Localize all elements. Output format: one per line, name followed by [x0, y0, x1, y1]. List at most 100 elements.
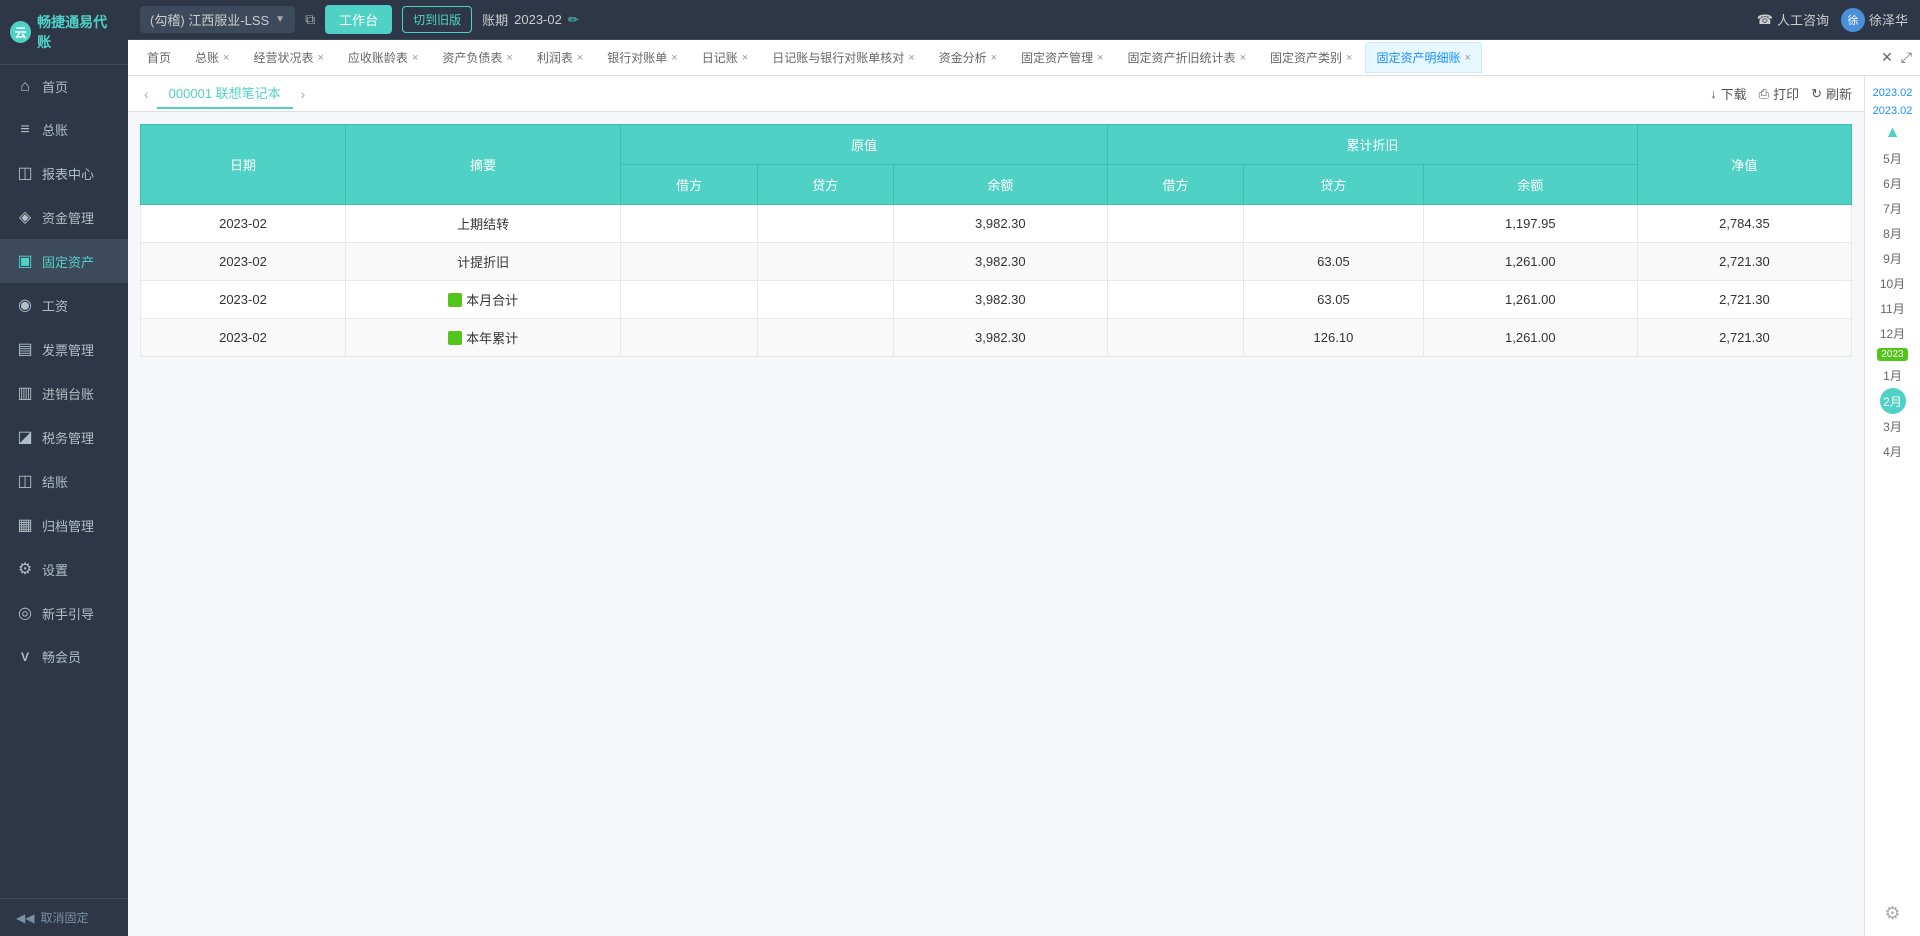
company-selector[interactable]: (勾稽) 江西服业-LSS ▼ [140, 6, 295, 33]
cell-orig-balance: 3,982.30 [893, 243, 1107, 281]
panel-date-top2[interactable]: 2023.02 [1865, 102, 1920, 120]
tab-close-icon[interactable]: × [1464, 52, 1470, 64]
tab-fund-analysis[interactable]: 资金分析 × [928, 42, 1008, 73]
sidebar-item-invoice[interactable]: ▤ 发票管理 [0, 327, 128, 371]
period-edit-icon[interactable]: ✏ [568, 12, 579, 28]
tab-close-icon[interactable]: × [1346, 52, 1352, 64]
sidebar-item-tax[interactable]: ◪ 税务管理 [0, 415, 128, 459]
month-5[interactable]: 5月 [1865, 146, 1920, 171]
download-button[interactable]: ↓ 下载 [1710, 84, 1747, 103]
month-12[interactable]: 12月 [1865, 321, 1920, 346]
inner-page: ‹ 000001 联想笔记本 › ↓ 下载 ⎙ 打印 [128, 76, 1864, 936]
tab-profit[interactable]: 利润表 × [526, 42, 594, 73]
month-3[interactable]: 3月 [1865, 414, 1920, 439]
refresh-button[interactable]: ↻ 刷新 [1811, 84, 1852, 103]
sidebar-item-label: 总账 [42, 120, 68, 139]
tab-close-icon[interactable]: × [223, 52, 229, 64]
month-10[interactable]: 10月 [1865, 271, 1920, 296]
archive-icon: ▦ [16, 515, 34, 535]
ledger-icon: ≡ [16, 121, 34, 139]
sidebar-item-ledger[interactable]: ≡ 总账 [0, 108, 128, 151]
tab-receivable[interactable]: 应收账龄表 × [337, 42, 429, 73]
month-9[interactable]: 9月 [1865, 246, 1920, 271]
tab-close-icon[interactable]: × [671, 52, 677, 64]
user-menu[interactable]: 徐 徐泽华 [1841, 8, 1908, 32]
print-button[interactable]: ⎙ 打印 [1759, 84, 1799, 103]
sidebar-item-member[interactable]: V 畅会员 [0, 635, 128, 678]
copy-icon[interactable]: ⧉ [305, 11, 315, 28]
tab-bar: 首页 总账 × 经营状况表 × 应收账龄表 × 资产负债表 × 利润表 × [128, 40, 1920, 76]
fixed-asset-detail-table: 日期 摘要 原值 累计折旧 净值 借方 贷方 余额 借方 [140, 124, 1852, 357]
sidebar-item-reports[interactable]: ◫ 报表中心 [0, 151, 128, 195]
workbench-button[interactable]: 工作台 [325, 5, 392, 34]
cell-accum-balance: 1,197.95 [1423, 205, 1637, 243]
sidebar-item-home[interactable]: ⌂ 首页 [0, 65, 128, 108]
sidebar-item-fund[interactable]: ◈ 资金管理 [0, 195, 128, 239]
month-7[interactable]: 7月 [1865, 196, 1920, 221]
th-accum-balance: 余额 [1423, 165, 1637, 205]
th-abstract: 摘要 [345, 125, 621, 205]
help-button[interactable]: ☎ 人工咨询 [1757, 10, 1829, 29]
tab-close-icon[interactable]: × [1097, 52, 1103, 64]
tab-fixed-cat[interactable]: 固定资产类别 × [1259, 42, 1363, 73]
subtab-next-icon[interactable]: › [297, 86, 310, 102]
sidebar-item-settings[interactable]: ⚙ 设置 [0, 547, 128, 591]
sidebar-item-payroll[interactable]: ◉ 工资 [0, 283, 128, 327]
sidebar-item-guide[interactable]: ◎ 新手引导 [0, 591, 128, 635]
tab-home[interactable]: 首页 [136, 42, 182, 73]
month-6[interactable]: 6月 [1865, 171, 1920, 196]
cell-accum-balance: 1,261.00 [1423, 243, 1637, 281]
tab-journal[interactable]: 日记账 × [691, 42, 759, 73]
subtab-label: 000001 联想笔记本 [169, 83, 281, 102]
month-1[interactable]: 1月 [1865, 363, 1920, 388]
tab-close-icon[interactable]: × [317, 52, 323, 64]
month-2-active[interactable]: 2月 [1880, 388, 1906, 414]
settings-icon: ⚙ [16, 559, 34, 579]
scroll-up-icon[interactable]: ▲ [1881, 120, 1905, 146]
switch-version-button[interactable]: 切到旧版 [402, 6, 472, 33]
user-name: 徐泽华 [1869, 10, 1908, 29]
cell-orig-credit [757, 243, 893, 281]
maximize-icon[interactable]: ⤢ [1901, 49, 1912, 66]
month-4[interactable]: 4月 [1865, 439, 1920, 464]
tab-balance[interactable]: 资产负债表 × [431, 42, 523, 73]
th-accum-group: 累计折旧 [1107, 125, 1637, 165]
tab-fixed-depr[interactable]: 固定资产折旧统计表 × [1117, 42, 1257, 73]
sidebar-item-close[interactable]: ◫ 结账 [0, 459, 128, 503]
th-net-value: 净值 [1637, 125, 1851, 205]
tax-icon: ◪ [16, 427, 34, 447]
sidebar-item-sales[interactable]: ▥ 进销台账 [0, 371, 128, 415]
tab-business[interactable]: 经营状况表 × [242, 42, 334, 73]
tab-ledger[interactable]: 总账 × [184, 42, 240, 73]
tab-fixed-detail[interactable]: 固定资产明细账 × [1365, 42, 1481, 73]
panel-date-top1[interactable]: 2023.02 [1865, 84, 1920, 102]
tab-close-icon[interactable]: × [742, 52, 748, 64]
tab-close-icon[interactable]: × [1240, 52, 1246, 64]
sidebar-item-archive[interactable]: ▦ 归档管理 [0, 503, 128, 547]
tab-fixed-mgmt[interactable]: 固定资产管理 × [1010, 42, 1114, 73]
tab-close-icon[interactable]: × [412, 52, 418, 64]
cell-date: 2023-02 [141, 243, 346, 281]
sidebar-item-fixed-assets[interactable]: ▣ 固定资产 [0, 239, 128, 283]
tab-close-icon[interactable]: × [506, 52, 512, 64]
tab-close-icon[interactable]: × [908, 52, 914, 64]
tab-label: 固定资产折旧统计表 [1128, 49, 1236, 66]
subtab-prev-icon[interactable]: ‹ [140, 86, 153, 102]
tab-close-icon[interactable]: × [991, 52, 997, 64]
cell-accum-credit: 63.05 [1244, 243, 1424, 281]
tab-close-icon[interactable]: × [577, 52, 583, 64]
download-label: 下载 [1721, 84, 1747, 103]
month-8[interactable]: 8月 [1865, 221, 1920, 246]
cell-abstract: 计提折旧 [345, 243, 621, 281]
pin-toggle[interactable]: ◀◀ 取消固定 [0, 898, 128, 936]
panel-settings-icon[interactable]: ⚙ [1880, 899, 1904, 928]
th-orig-credit: 贷方 [757, 165, 893, 205]
cell-accum-debit [1107, 281, 1243, 319]
close-all-icon[interactable]: ✕ [1881, 49, 1893, 66]
tab-bank-check[interactable]: 日记账与银行对账单核对 × [761, 42, 925, 73]
subtab-asset-001[interactable]: 000001 联想笔记本 [157, 78, 293, 109]
month-11[interactable]: 11月 [1865, 296, 1920, 321]
sidebar-item-label: 新手引导 [42, 604, 94, 623]
tab-bank-statement[interactable]: 银行对账单 × [596, 42, 688, 73]
table-row: 2023-02 本年累计 3,982.30 126.10 1,261.00 2,… [141, 319, 1852, 357]
